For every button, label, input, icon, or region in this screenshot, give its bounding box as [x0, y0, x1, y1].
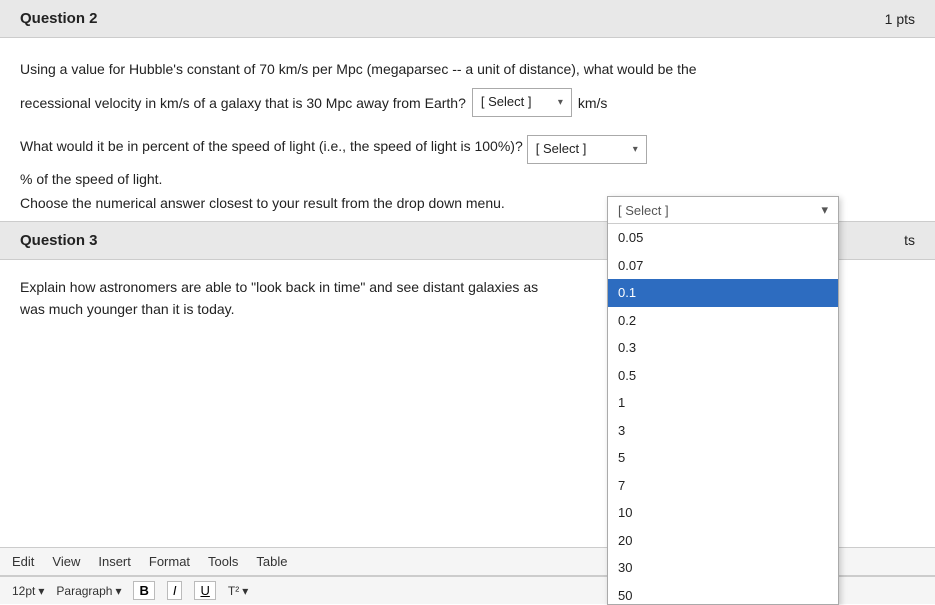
question2-text3: % of the speed of light. [0, 169, 935, 191]
question2-pts: 1 pts [885, 11, 915, 27]
select2-box[interactable]: [ Select ] ▾ [527, 135, 647, 164]
superscript-label: T² [228, 584, 239, 598]
select2-label: [ Select ] [536, 139, 587, 160]
dropdown-item[interactable]: 0.2 [608, 307, 838, 335]
superscript-chevron-icon: ▾ [242, 584, 248, 598]
dropdown-placeholder: [ Select ] [618, 203, 669, 218]
dropdown-item[interactable]: 50 [608, 582, 838, 605]
dropdown-item[interactable]: 30 [608, 554, 838, 582]
dropdown-item[interactable]: 10 [608, 499, 838, 527]
dropdown-item[interactable]: 1 [608, 389, 838, 417]
paragraph-chevron-icon: ▾ [115, 584, 121, 598]
select1-label: [ Select ] [481, 92, 532, 113]
toolbar-insert[interactable]: Insert [98, 554, 131, 569]
dropdown-item[interactable]: 0.5 [608, 362, 838, 390]
dropdown-item[interactable]: 0.1 [608, 279, 838, 307]
paragraph-control[interactable]: Paragraph ▾ [56, 584, 121, 598]
dropdown-header: [ Select ] ▾ [608, 197, 838, 224]
chevron-down-icon2: ▾ [633, 142, 638, 158]
dropdown-item[interactable]: 0.07 [608, 252, 838, 280]
question2-title: Question 2 [20, 10, 98, 27]
question2-header: Question 2 1 pts [0, 0, 935, 38]
italic-button[interactable]: I [167, 581, 183, 600]
question2-text1a: Using a value for Hubble's constant of 7… [20, 58, 915, 80]
font-size-value: 12pt [12, 584, 35, 598]
dropdown-item[interactable]: 0.05 [608, 224, 838, 252]
question2-text1b: recessional velocity in km/s of a galaxy… [20, 92, 466, 114]
dropdown-item[interactable]: 7 [608, 472, 838, 500]
bold-button[interactable]: B [133, 581, 154, 600]
dropdown-list[interactable]: 0.050.070.10.20.30.513571020305070100200… [608, 224, 838, 604]
dropdown-panel: [ Select ] ▾ 0.050.070.10.20.30.51357102… [607, 196, 839, 605]
toolbar-tools[interactable]: Tools [208, 554, 238, 569]
question3-text2: was much younger than it is today. [20, 301, 235, 317]
dropdown-item[interactable]: 5 [608, 444, 838, 472]
font-size-control[interactable]: 12pt ▾ [12, 584, 44, 598]
toolbar-view[interactable]: View [52, 554, 80, 569]
question3-title: Question 3 [20, 232, 98, 249]
toolbar-edit[interactable]: Edit [12, 554, 34, 569]
dropdown-item[interactable]: 3 [608, 417, 838, 445]
paragraph-label: Paragraph [56, 584, 112, 598]
font-size-chevron-icon: ▾ [38, 584, 44, 598]
superscript-control[interactable]: T² ▾ [228, 584, 248, 598]
toolbar-format[interactable]: Format [149, 554, 190, 569]
question2-body: Using a value for Hubble's constant of 7… [0, 38, 935, 135]
unit1-label: km/s [578, 92, 608, 114]
question2-line2: What would it be in percent of the speed… [0, 135, 935, 169]
toolbar-table[interactable]: Table [256, 554, 287, 569]
dropdown-chevron-icon: ▾ [821, 202, 828, 218]
question3-text: Explain how astronomers are able to "loo… [20, 279, 538, 295]
dropdown-item[interactable]: 0.3 [608, 334, 838, 362]
select1-box[interactable]: [ Select ] ▾ [472, 88, 572, 117]
question2-text2: What would it be in percent of the speed… [20, 135, 523, 157]
question2-text1b-row: recessional velocity in km/s of a galaxy… [20, 88, 915, 117]
question3-pts: ts [904, 232, 915, 248]
underline-button[interactable]: U [194, 581, 215, 600]
chevron-down-icon: ▾ [558, 95, 563, 111]
dropdown-item[interactable]: 20 [608, 527, 838, 555]
